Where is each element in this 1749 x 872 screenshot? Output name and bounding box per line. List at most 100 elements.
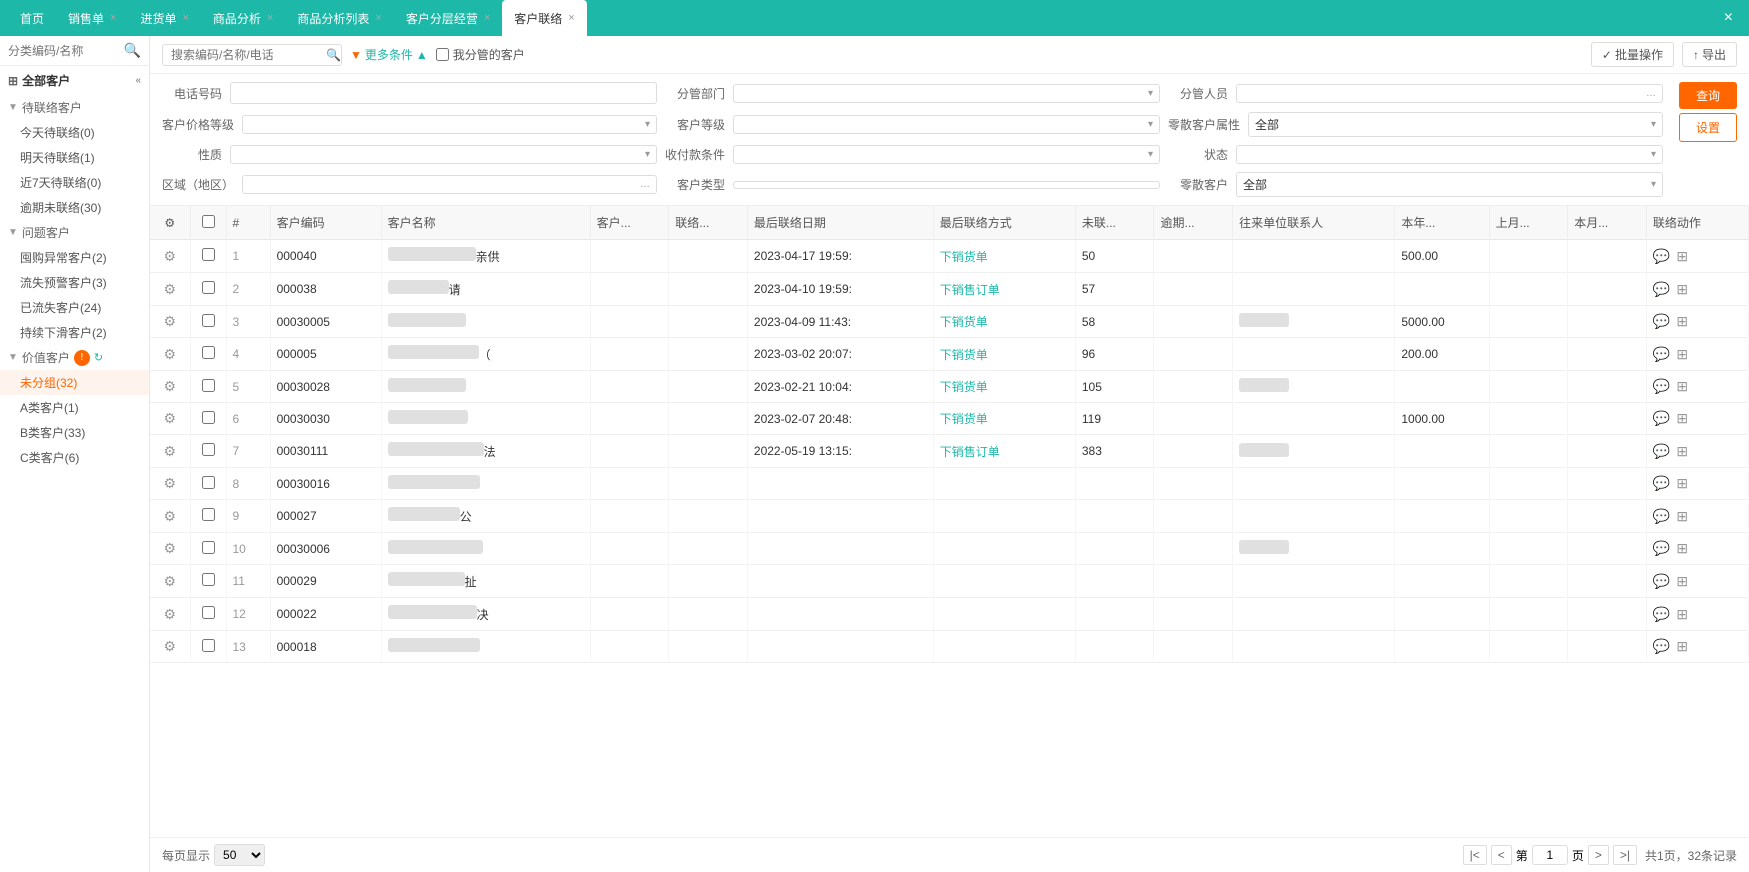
my-customers-checkbox[interactable] (436, 48, 449, 61)
close-analysis-tab[interactable]: × (267, 12, 273, 24)
sidebar-item-today[interactable]: 今天待联络(0) (0, 120, 149, 145)
sidebar-group-value[interactable]: ▼ 价值客户 ! ↻ (0, 345, 149, 370)
chat-icon[interactable]: 💬 (1653, 281, 1670, 298)
sidebar-item-hoarding[interactable]: 囤购异常客户(2) (0, 245, 149, 270)
row-checkbox[interactable] (202, 541, 215, 554)
chat-icon[interactable]: 💬 (1653, 346, 1670, 363)
first-page-button[interactable]: |< (1463, 845, 1487, 865)
grid-action-icon[interactable]: ⊞ (1676, 606, 1688, 623)
retail-customer-select[interactable]: 全部 ▾ (1236, 172, 1663, 197)
row-settings[interactable]: ⚙ (150, 338, 190, 371)
sidebar-search-icon[interactable]: 🔍 (124, 42, 141, 59)
filter-search-input[interactable] (171, 48, 326, 62)
row-settings[interactable]: ⚙ (150, 371, 190, 403)
row-last-contact-method[interactable] (933, 533, 1075, 565)
row-checkbox[interactable] (202, 639, 215, 652)
grid-action-icon[interactable]: ⊞ (1676, 313, 1688, 330)
sidebar-item-churn-warning[interactable]: 流失预警客户(3) (0, 270, 149, 295)
row-checkbox[interactable] (202, 476, 215, 489)
row-last-contact-method[interactable] (933, 500, 1075, 533)
sidebar-item-7days[interactable]: 近7天待联络(0) (0, 170, 149, 195)
chat-icon[interactable]: 💬 (1653, 410, 1670, 427)
sidebar-item-a-class[interactable]: A类客户(1) (0, 395, 149, 420)
row-settings[interactable]: ⚙ (150, 598, 190, 631)
row-checkbox[interactable] (202, 573, 215, 586)
next-page-button[interactable]: > (1588, 845, 1609, 865)
sidebar-search-input[interactable] (8, 44, 124, 58)
dept-select[interactable]: ▾ (733, 84, 1160, 103)
batch-operation-button[interactable]: ✓ 批量操作 (1591, 42, 1674, 67)
nav-customer-stratified[interactable]: 客户分层经营 × (394, 0, 502, 36)
chat-icon[interactable]: 💬 (1653, 443, 1670, 460)
code-col-header[interactable]: 客户编码 (270, 206, 381, 240)
reset-button[interactable]: 设置 (1679, 113, 1737, 142)
row-checkbox[interactable] (202, 346, 215, 359)
type-col-header[interactable]: 客户... (590, 206, 669, 240)
name-col-header[interactable]: 客户名称 (381, 206, 590, 240)
overdue-col-header[interactable]: 逾期... (1154, 206, 1233, 240)
refresh-icon[interactable]: ↻ (94, 351, 103, 364)
nature-select[interactable]: ▾ (230, 145, 657, 164)
filter-my-customers[interactable]: 我分管的客户 (436, 46, 525, 63)
grid-action-icon[interactable]: ⊞ (1676, 281, 1688, 298)
row-settings[interactable]: ⚙ (150, 273, 190, 306)
row-last-contact-method[interactable]: 下销售订单 (933, 273, 1075, 306)
row-checkbox[interactable] (202, 314, 215, 327)
chat-icon[interactable]: 💬 (1653, 573, 1670, 590)
grid-action-icon[interactable]: ⊞ (1676, 540, 1688, 557)
row-settings[interactable]: ⚙ (150, 533, 190, 565)
sidebar-item-ungroup[interactable]: 未分组(32) (0, 370, 149, 395)
select-all-checkbox[interactable] (202, 215, 215, 228)
window-close-button[interactable]: × (1716, 9, 1741, 27)
nav-purchase[interactable]: 进货单 × (128, 0, 200, 36)
row-settings[interactable]: ⚙ (150, 403, 190, 435)
row-settings[interactable]: ⚙ (150, 468, 190, 500)
row-last-contact-method[interactable]: 下销货单 (933, 338, 1075, 371)
last-month-col-header[interactable]: 上月... (1489, 206, 1568, 240)
last-page-button[interactable]: >| (1613, 845, 1637, 865)
sidebar-group-problem[interactable]: ▼ 问题客户 (0, 220, 149, 245)
sidebar-item-churned[interactable]: 已流失客户(24) (0, 295, 149, 320)
row-last-contact-method[interactable] (933, 468, 1075, 500)
filter-more-conditions[interactable]: ▼ 更多条件 ▲ (350, 46, 428, 63)
retail-attr-select[interactable]: 全部 ▾ (1248, 112, 1663, 137)
company-contact-col-header[interactable]: 往来单位联系人 (1233, 206, 1395, 240)
filter-search-icon[interactable]: 🔍 (326, 48, 341, 62)
page-number-input[interactable] (1532, 845, 1568, 865)
chat-icon[interactable]: 💬 (1653, 606, 1670, 623)
chat-icon[interactable]: 💬 (1653, 313, 1670, 330)
settings-col-header[interactable]: ⚙ (150, 206, 190, 240)
row-checkbox[interactable] (202, 606, 215, 619)
row-settings[interactable]: ⚙ (150, 565, 190, 598)
export-button[interactable]: ↑ 导出 (1682, 42, 1737, 67)
close-customer-stratified-tab[interactable]: × (484, 12, 490, 24)
grid-action-icon[interactable]: ⊞ (1676, 443, 1688, 460)
chat-icon[interactable]: 💬 (1653, 508, 1670, 525)
checkbox-col-header[interactable] (190, 206, 226, 240)
nav-home[interactable]: 首页 (8, 0, 56, 36)
grid-action-icon[interactable]: ⊞ (1676, 475, 1688, 492)
grid-action-icon[interactable]: ⊞ (1676, 638, 1688, 655)
row-last-contact-method[interactable]: 下销货单 (933, 240, 1075, 273)
row-last-contact-method[interactable] (933, 565, 1075, 598)
close-sales-tab[interactable]: × (110, 12, 116, 24)
nav-sales[interactable]: 销售单 × (56, 0, 128, 36)
sidebar-item-declining[interactable]: 持续下滑客户(2) (0, 320, 149, 345)
last-method-col-header[interactable]: 最后联络方式 (933, 206, 1075, 240)
close-customer-contact-tab[interactable]: × (568, 12, 574, 24)
chat-icon[interactable]: 💬 (1653, 540, 1670, 557)
row-settings[interactable]: ⚙ (150, 500, 190, 533)
sidebar-item-c-class[interactable]: C类客户(6) (0, 445, 149, 470)
chat-icon[interactable]: 💬 (1653, 248, 1670, 265)
customer-type-select[interactable] (733, 181, 1160, 189)
status-select[interactable]: ▾ (1236, 145, 1663, 164)
person-select[interactable]: … (1236, 84, 1663, 103)
nav-customer-contact[interactable]: 客户联络 × (502, 0, 586, 36)
close-purchase-tab[interactable]: × (182, 12, 188, 24)
row-checkbox[interactable] (202, 248, 215, 261)
this-year-col-header[interactable]: 本年... (1395, 206, 1489, 240)
row-last-contact-method[interactable] (933, 631, 1075, 663)
not-contacted-col-header[interactable]: 未联... (1075, 206, 1154, 240)
phone-input[interactable] (230, 82, 657, 104)
chat-icon[interactable]: 💬 (1653, 378, 1670, 395)
